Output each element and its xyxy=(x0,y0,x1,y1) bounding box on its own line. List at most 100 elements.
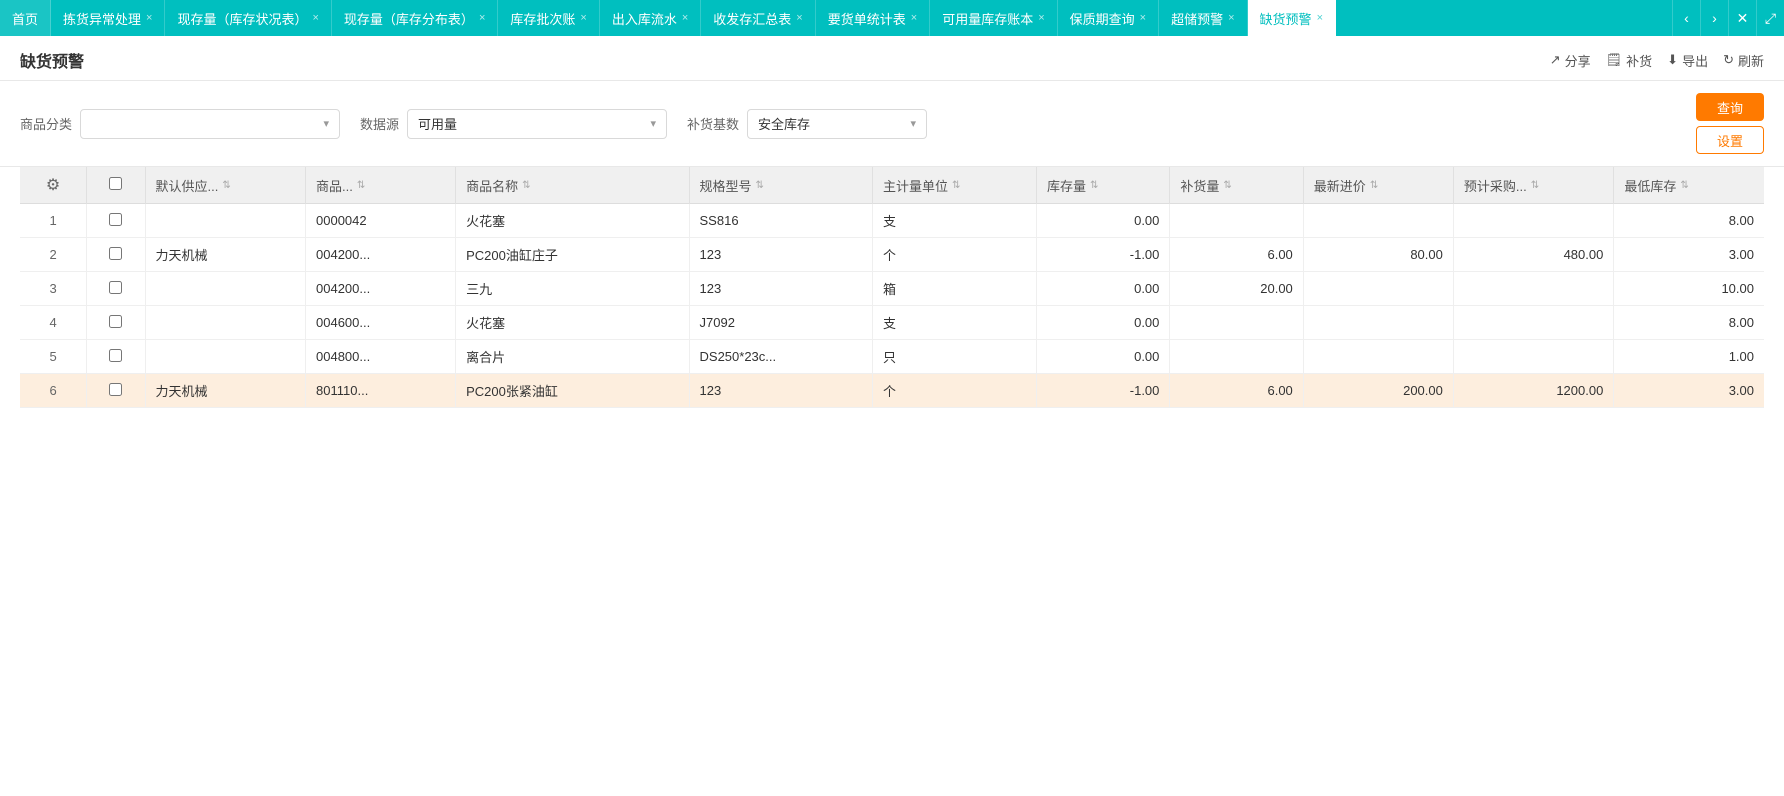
nav-tab-label-11: 缺货预警 xyxy=(1260,9,1312,28)
nav-tab-0[interactable]: 首页 xyxy=(0,0,51,36)
row-checkbox-2[interactable] xyxy=(109,281,122,294)
nav-tab-3[interactable]: 现存量（库存分布表） × xyxy=(332,0,498,36)
close-tab-icon-4[interactable]: × xyxy=(580,12,586,24)
close-tab-icon-11[interactable]: × xyxy=(1317,12,1323,24)
share-icon: ↗ xyxy=(1550,52,1561,68)
nav-tab-1[interactable]: 拣货异常处理 × xyxy=(51,0,165,36)
cell-purchase-1: 480.00 xyxy=(1453,238,1613,272)
prev-tab-button[interactable]: ‹ xyxy=(1672,0,1700,36)
row-checkbox-3[interactable] xyxy=(109,315,122,328)
table-row: 5004800...离合片DS250*23c...只0.001.00 xyxy=(20,340,1764,374)
base-value: 安全库存 xyxy=(758,114,905,133)
main-content: 缺货预警 ↗ 分享 🗒 补货 ⬇ 导出 ↻ 刷新 商品分类 xyxy=(0,36,1784,796)
replenish-icon: 🗒 xyxy=(1606,52,1623,68)
nav-arrows: ‹ › ✕ ⤢ xyxy=(1672,0,1784,36)
nav-tab-11[interactable]: 缺货预警 × xyxy=(1248,0,1336,36)
refresh-icon: ↻ xyxy=(1723,52,1734,68)
row-checkbox-cell-3 xyxy=(87,306,145,340)
share-button[interactable]: ↗ 分享 xyxy=(1550,51,1591,70)
row-checkbox-4[interactable] xyxy=(109,349,122,362)
nav-tab-6[interactable]: 收发存汇总表 × xyxy=(701,0,815,36)
fullscreen-button[interactable]: ⤢ xyxy=(1756,0,1784,36)
nav-tab-label-3: 现存量（库存分布表） xyxy=(344,9,474,28)
settings-button[interactable]: 设置 xyxy=(1696,126,1764,154)
close-tab-icon-9[interactable]: × xyxy=(1140,12,1146,24)
th-purchase: 预计采购... ⇅ xyxy=(1453,167,1613,204)
th-stock: 库存量 ⇅ xyxy=(1037,167,1170,204)
filter-row: 商品分类 ▾ 数据源 可用量 ▾ 补货基数 安全库存 ▾ 查询 设置 xyxy=(0,81,1784,167)
row-checkbox-5[interactable] xyxy=(109,383,122,396)
nav-tab-4[interactable]: 库存批次账 × xyxy=(498,0,599,36)
nav-tab-10[interactable]: 超储预警 × xyxy=(1159,0,1247,36)
cell-purchase-0 xyxy=(1453,204,1613,238)
cell-code-1: 004200... xyxy=(306,238,456,272)
close-tab-icon-1[interactable]: × xyxy=(146,12,152,24)
close-tab-icon-7[interactable]: × xyxy=(911,12,917,24)
chevron-down-icon-2: ▾ xyxy=(651,117,657,130)
category-label: 商品分类 xyxy=(20,114,72,133)
cell-stock-0: 0.00 xyxy=(1037,204,1170,238)
cell-replenish-1: 6.00 xyxy=(1170,238,1303,272)
row-num-1: 2 xyxy=(20,238,87,272)
next-tab-button[interactable]: › xyxy=(1700,0,1728,36)
table-row: 3004200...三九123箱0.0020.0010.00 xyxy=(20,272,1764,306)
close-tab-icon-3[interactable]: × xyxy=(479,12,485,24)
cell-minstock-5: 3.00 xyxy=(1614,374,1764,408)
cell-unit-5: 个 xyxy=(872,374,1036,408)
nav-tab-7[interactable]: 要货单统计表 × xyxy=(816,0,930,36)
nav-tab-9[interactable]: 保质期查询 × xyxy=(1058,0,1159,36)
datasource-select[interactable]: 可用量 ▾ xyxy=(407,109,667,139)
filter-actions: 查询 设置 xyxy=(1696,93,1764,154)
replenish-button[interactable]: 🗒 补货 xyxy=(1606,51,1653,70)
cell-supplier-0 xyxy=(145,204,305,238)
refresh-button[interactable]: ↻ 刷新 xyxy=(1723,51,1764,70)
nav-tab-label-5: 出入库流水 xyxy=(612,9,677,28)
cell-code-5: 801110... xyxy=(306,374,456,408)
cell-minstock-2: 10.00 xyxy=(1614,272,1764,306)
close-tab-icon-8[interactable]: × xyxy=(1038,12,1044,24)
close-tab-icon-6[interactable]: × xyxy=(796,12,802,24)
close-tab-icon-2[interactable]: × xyxy=(312,12,318,24)
cell-name-0: 火花塞 xyxy=(456,204,689,238)
cell-price-2 xyxy=(1303,272,1453,306)
th-minstock: 最低库存 ⇅ xyxy=(1614,167,1764,204)
th-replenish: 补货量 ⇅ xyxy=(1170,167,1303,204)
nav-tab-8[interactable]: 可用量库存账本 × xyxy=(930,0,1057,36)
cell-unit-1: 个 xyxy=(872,238,1036,272)
nav-tab-label-1: 拣货异常处理 xyxy=(63,9,141,28)
cell-name-4: 离合片 xyxy=(456,340,689,374)
th-unit: 主计量单位 ⇅ xyxy=(872,167,1036,204)
cell-replenish-5: 6.00 xyxy=(1170,374,1303,408)
table-row: 10000042火花塞SS816支0.008.00 xyxy=(20,204,1764,238)
row-checkbox-1[interactable] xyxy=(109,247,122,260)
cell-name-1: PC200油缸庄子 xyxy=(456,238,689,272)
cell-supplier-1: 力天机械 xyxy=(145,238,305,272)
cell-name-2: 三九 xyxy=(456,272,689,306)
base-label: 补货基数 xyxy=(687,114,739,133)
table-container: ⚙ 默认供应... ⇅ 商品... xyxy=(0,167,1784,408)
cell-unit-0: 支 xyxy=(872,204,1036,238)
close-window-button[interactable]: ✕ xyxy=(1728,0,1756,36)
cell-code-2: 004200... xyxy=(306,272,456,306)
th-supplier: 默认供应... ⇅ xyxy=(145,167,305,204)
nav-tab-5[interactable]: 出入库流水 × xyxy=(600,0,701,36)
nav-tab-2[interactable]: 现存量（库存状况表） × xyxy=(165,0,331,36)
cell-purchase-3 xyxy=(1453,306,1613,340)
category-select[interactable]: ▾ xyxy=(80,109,340,139)
query-button[interactable]: 查询 xyxy=(1696,93,1764,121)
cell-stock-4: 0.00 xyxy=(1037,340,1170,374)
base-select[interactable]: 安全库存 ▾ xyxy=(747,109,927,139)
row-checkbox-0[interactable] xyxy=(109,213,122,226)
close-tab-icon-5[interactable]: × xyxy=(682,12,688,24)
cell-spec-5: 123 xyxy=(689,374,872,408)
nav-tab-label-2: 现存量（库存状况表） xyxy=(177,9,307,28)
export-button[interactable]: ⬇ 导出 xyxy=(1667,51,1708,70)
table-row: 4004600...火花塞J7092支0.008.00 xyxy=(20,306,1764,340)
row-num-0: 1 xyxy=(20,204,87,238)
column-settings-icon[interactable]: ⚙ xyxy=(30,175,76,195)
cell-spec-0: SS816 xyxy=(689,204,872,238)
cell-spec-2: 123 xyxy=(689,272,872,306)
close-tab-icon-10[interactable]: × xyxy=(1228,12,1234,24)
select-all-checkbox[interactable] xyxy=(109,177,122,190)
row-num-5: 6 xyxy=(20,374,87,408)
